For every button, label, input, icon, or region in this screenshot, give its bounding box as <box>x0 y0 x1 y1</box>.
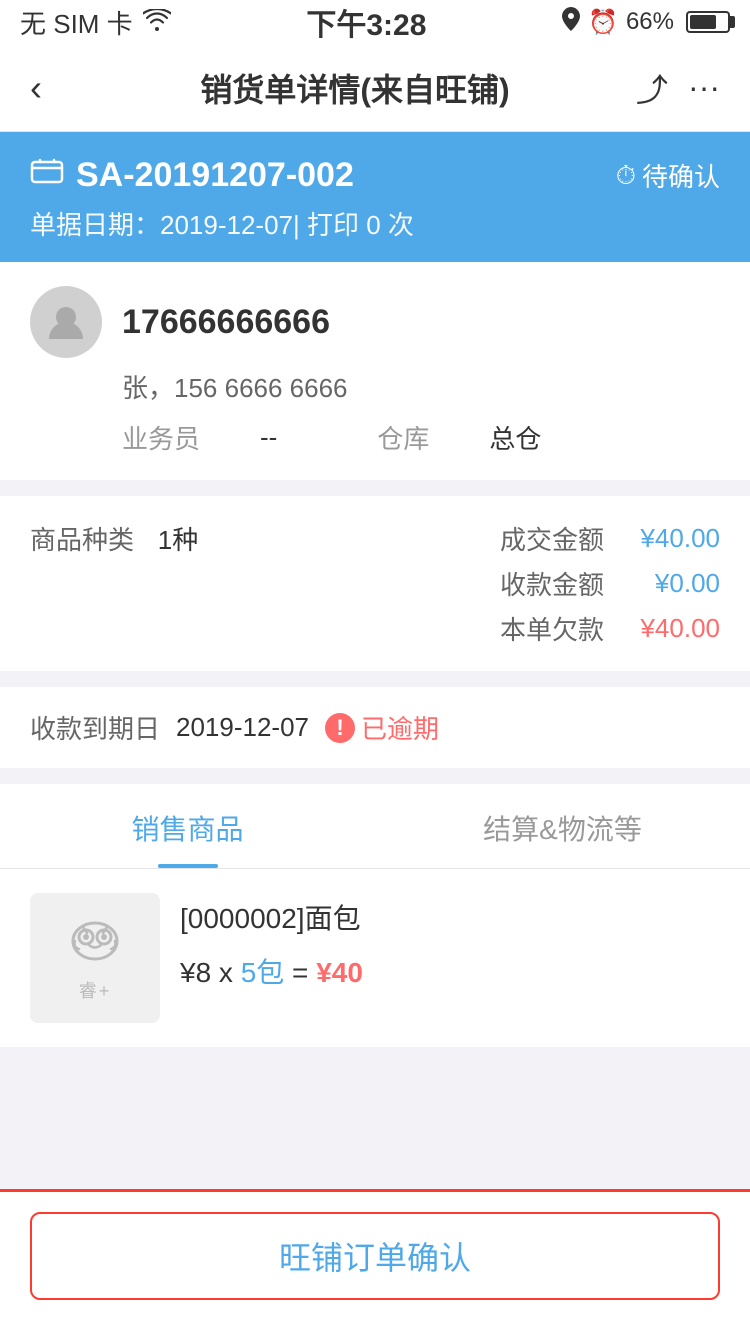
owed-label: 本单欠款 <box>500 610 604 647</box>
order-header: SA-20191207-002 ⏱ 待确认 单据日期：2019-12-07| 打… <box>0 132 750 262</box>
brand-label: 睿+ <box>79 977 112 1003</box>
duedate-value: 2019-12-07 <box>176 712 309 743</box>
confirm-order-button[interactable]: 旺铺订单确认 <box>30 1212 720 1300</box>
nav-bar: ‹ 销货单详情(来自旺铺) ⤴ ··· <box>0 44 750 132</box>
received-label: 收款金额 <box>500 565 604 602</box>
product-types-value: 1种 <box>158 525 198 555</box>
nav-actions: ⤴ ··· <box>620 65 720 111</box>
status-right: ⏰ 66% <box>562 7 730 38</box>
customer-phone: 17666666666 <box>122 303 330 342</box>
battery-text: 66% <box>626 8 674 36</box>
equals-sign: = <box>284 957 316 988</box>
received-row: 收款金额 ¥0.00 <box>500 565 720 602</box>
share-icon[interactable]: ⤴ <box>636 65 668 111</box>
more-icon[interactable]: ··· <box>688 69 720 106</box>
salesman-value: -- <box>260 422 277 453</box>
price-base: ¥8 x <box>180 957 241 988</box>
wifi-icon <box>143 7 171 38</box>
product-types: 商品种类 1种 <box>30 520 198 557</box>
owed-value: ¥40.00 <box>620 613 720 644</box>
tab-sales-products[interactable]: 销售商品 <box>0 784 375 868</box>
tab-settlement[interactable]: 结算&物流等 <box>375 784 750 868</box>
warning-icon: ! <box>325 713 355 743</box>
product-price: ¥8 x 5包 = ¥40 <box>180 951 720 991</box>
product-info: [0000002]面包 ¥8 x 5包 = ¥40 <box>180 893 720 991</box>
product-name: [0000002]面包 <box>180 897 720 937</box>
total-price: ¥40 <box>316 957 363 988</box>
deal-amount-label: 成交金额 <box>500 520 604 557</box>
product-item: 睿+ [0000002]面包 ¥8 x 5包 = ¥40 <box>30 893 720 1023</box>
order-date: 单据日期：2019-12-07| 打印 0 次 <box>30 205 720 242</box>
customer-meta: 业务员 -- 仓库 总仓 <box>122 419 720 456</box>
deal-amount-value: ¥40.00 <box>620 523 720 554</box>
product-types-label: 商品种类 <box>30 525 134 555</box>
status-time: 下午3:28 <box>306 0 426 44</box>
customer-section: 17666666666 张，156 6666 6666 业务员 -- 仓库 总仓 <box>0 262 750 480</box>
quantity: 5包 <box>241 957 285 988</box>
duedate-section: 收款到期日 2019-12-07 ! 已逾期 <box>0 687 750 768</box>
order-icon <box>30 156 64 195</box>
amounts-section: 商品种类 1种 成交金额 ¥40.00 收款金额 ¥0.00 本单欠款 ¥40.… <box>0 496 750 671</box>
warehouse-value: 总仓 <box>489 419 541 456</box>
carrier-text: 无 SIM 卡 <box>20 4 133 41</box>
received-value: ¥0.00 <box>620 568 720 599</box>
warehouse-label: 仓库 <box>377 419 429 456</box>
status-bar: 无 SIM 卡 下午3:28 ⏰ 66% <box>0 0 750 44</box>
product-thumbnail: 睿+ <box>30 893 160 1023</box>
tabs-section: 销售商品 结算&物流等 <box>0 784 750 1047</box>
avatar <box>30 286 102 358</box>
overdue-text: 已逾期 <box>361 709 439 746</box>
status-left: 无 SIM 卡 <box>20 4 171 41</box>
deal-amount-row: 成交金额 ¥40.00 <box>500 520 720 557</box>
battery-icon <box>686 11 730 33</box>
product-section: 睿+ [0000002]面包 ¥8 x 5包 = ¥40 <box>0 869 750 1047</box>
customer-name: 张，156 6666 6666 <box>122 368 720 405</box>
tabs-row: 销售商品 结算&物流等 <box>0 784 750 869</box>
location-icon <box>562 7 580 38</box>
salesman-label: 业务员 <box>122 419 200 456</box>
overdue-badge: ! 已逾期 <box>325 709 439 746</box>
clock-icon: ⏱ <box>616 160 636 192</box>
page-title: 销货单详情(来自旺铺) <box>90 65 620 111</box>
duedate-label: 收款到期日 <box>30 709 160 746</box>
bottom-button-wrap: 旺铺订单确认 <box>0 1189 750 1334</box>
order-status: ⏱ 待确认 <box>616 157 720 194</box>
owl-icon <box>65 913 125 971</box>
alarm-icon: ⏰ <box>588 8 618 37</box>
order-id: SA-20191207-002 <box>30 156 354 195</box>
amounts-right: 成交金额 ¥40.00 收款金额 ¥0.00 本单欠款 ¥40.00 <box>500 520 720 647</box>
owed-row: 本单欠款 ¥40.00 <box>500 610 720 647</box>
back-button[interactable]: ‹ <box>30 67 90 109</box>
